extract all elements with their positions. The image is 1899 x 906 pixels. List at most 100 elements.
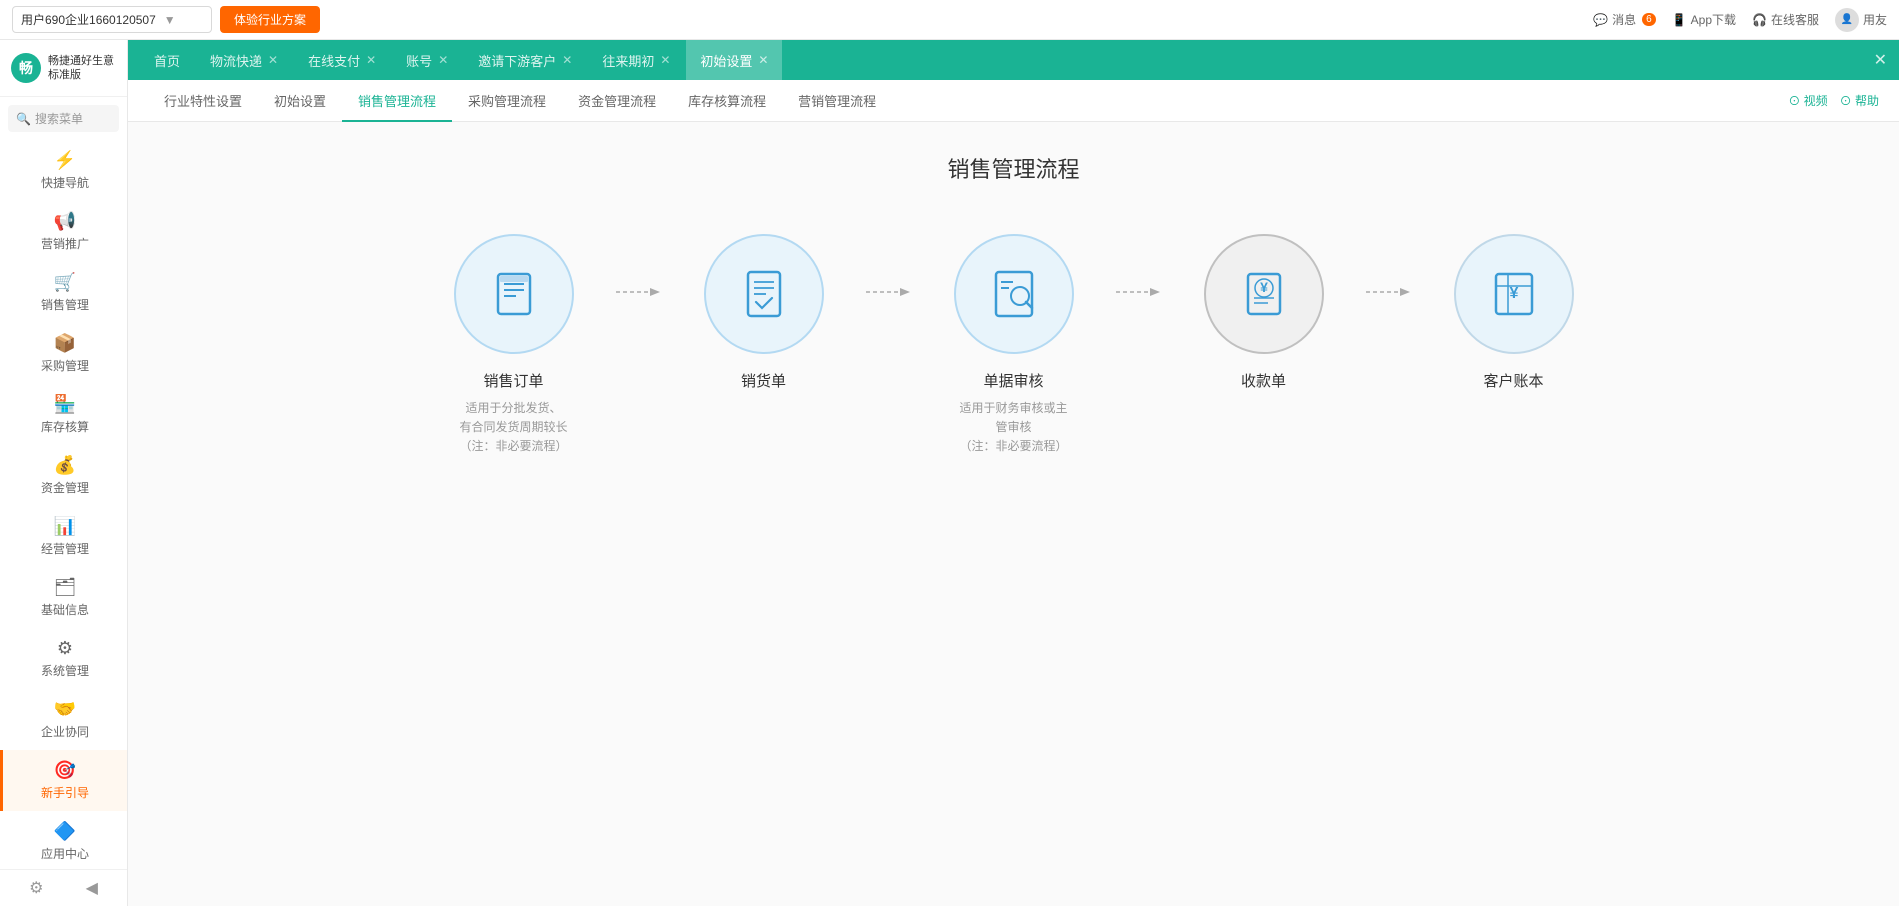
sidebar-bottom: ⚙ ◀ bbox=[0, 869, 127, 906]
sub-tab-inventory-flow[interactable]: 库存核算流程 bbox=[672, 80, 782, 122]
tab-logistics-close[interactable]: ✕ bbox=[268, 53, 278, 67]
sidebar-item-guide[interactable]: 🎯 新手引导 bbox=[0, 750, 127, 811]
sidebar-label-collab: 企业协同 bbox=[41, 723, 89, 740]
messages-button[interactable]: 💬 消息 6 bbox=[1593, 11, 1656, 28]
receipt-title: 收款单 bbox=[1241, 370, 1286, 391]
top-bar-left: 用户690企业1660120507 ▼ 体验行业方案 bbox=[12, 6, 1593, 33]
sales-order-circle bbox=[454, 234, 574, 354]
tab-account[interactable]: 账号 ✕ bbox=[392, 40, 462, 80]
sidebar-label-basic: 基础信息 bbox=[41, 601, 89, 618]
user-name: 用友 bbox=[1863, 11, 1887, 28]
messages-label: 消息 bbox=[1612, 11, 1636, 28]
trial-button[interactable]: 体验行业方案 bbox=[220, 6, 320, 33]
sidebar-nav: ⚡ 快捷导航 📢 营销推广 🛒 销售管理 📦 采购管理 🏪 库存核算 💰 bbox=[0, 140, 127, 869]
sales-order-title: 销售订单 bbox=[483, 370, 543, 391]
svg-text:畅: 畅 bbox=[19, 60, 33, 76]
sub-tab-industry-label: 行业特性设置 bbox=[164, 91, 242, 110]
content-area: 行业特性设置 初始设置 销售管理流程 采购管理流程 资金管理流程 库存核算流程 bbox=[128, 80, 1899, 906]
sidebar-item-marketing[interactable]: 📢 营销推广 bbox=[0, 201, 127, 262]
account-book-title: 客户账本 bbox=[1483, 370, 1543, 391]
sub-tab-initial[interactable]: 初始设置 bbox=[258, 80, 342, 122]
sidebar-label-quick-nav: 快捷导航 bbox=[41, 174, 89, 191]
sidebar-label-guide: 新手引导 bbox=[41, 784, 89, 801]
top-bar: 用户690企业1660120507 ▼ 体验行业方案 💬 消息 6 📱 App下… bbox=[0, 0, 1899, 40]
sidebar-item-quick-nav[interactable]: ⚡ 快捷导航 bbox=[0, 140, 127, 201]
account-book-icon: ¥ bbox=[1486, 266, 1542, 322]
search-menu-button[interactable]: 🔍 搜索菜单 bbox=[8, 105, 119, 132]
tab-init-close[interactable]: ✕ bbox=[758, 53, 768, 67]
sub-tab-industry[interactable]: 行业特性设置 bbox=[148, 80, 258, 122]
tab-account-close[interactable]: ✕ bbox=[438, 53, 448, 67]
receipt-icon: ¥ bbox=[1236, 266, 1292, 322]
sidebar-item-operations[interactable]: 📊 经营管理 bbox=[0, 506, 127, 567]
flow-arrow-1 bbox=[614, 234, 664, 302]
online-service-button[interactable]: 🎧 在线客服 bbox=[1752, 11, 1819, 28]
user-selector-text: 用户690企业1660120507 bbox=[21, 11, 156, 28]
sub-tab-initial-label: 初始设置 bbox=[274, 91, 326, 110]
tab-invite-close[interactable]: ✕ bbox=[562, 53, 572, 67]
flow-diagram: 销售订单 适用于分批发货、有合同发货周期较长（注：非必要流程） bbox=[168, 234, 1859, 457]
user-selector[interactable]: 用户690企业1660120507 ▼ bbox=[12, 6, 212, 33]
approval-desc: 适用于财务审核或主管审核（注：非必要流程） bbox=[959, 399, 1067, 457]
download-icon: 📱 bbox=[1672, 13, 1687, 27]
page-title: 销售管理流程 bbox=[168, 152, 1859, 184]
sidebar-item-apps[interactable]: 🔷 应用中心 bbox=[0, 811, 127, 869]
help-link[interactable]: ⊙ 帮助 bbox=[1840, 92, 1879, 109]
collapse-button[interactable]: ◀ bbox=[86, 878, 98, 898]
receipt-circle: ¥ bbox=[1204, 234, 1324, 354]
app-download-button[interactable]: 📱 App下载 bbox=[1672, 11, 1736, 28]
flow-node-account-book[interactable]: ¥ 客户账本 bbox=[1414, 234, 1614, 399]
arrow-1-icon bbox=[614, 282, 664, 302]
tab-logistics[interactable]: 物流快递 ✕ bbox=[196, 40, 292, 80]
sub-tab-marketing-flow-label: 营销管理流程 bbox=[798, 91, 876, 110]
user-avatar[interactable]: 👤 用友 bbox=[1835, 8, 1887, 32]
tab-period[interactable]: 往来期初 ✕ bbox=[588, 40, 684, 80]
sub-tab-finance-flow[interactable]: 资金管理流程 bbox=[562, 80, 672, 122]
tab-invite-label: 邀请下游客户 bbox=[478, 51, 556, 70]
tab-payment-close[interactable]: ✕ bbox=[366, 53, 376, 67]
tab-payment[interactable]: 在线支付 ✕ bbox=[294, 40, 390, 80]
invoice-icon bbox=[736, 266, 792, 322]
marketing-icon: 📢 bbox=[54, 211, 76, 232]
logo-line1: 畅捷通好生意 bbox=[48, 54, 114, 68]
flow-node-sales-order[interactable]: 销售订单 适用于分批发货、有合同发货周期较长（注：非必要流程） bbox=[414, 234, 614, 457]
sidebar-item-inventory[interactable]: 🏪 库存核算 bbox=[0, 384, 127, 445]
close-all-tabs[interactable]: ✕ bbox=[1874, 50, 1887, 70]
video-link[interactable]: ⊙ 视频 bbox=[1788, 92, 1827, 109]
top-bar-right: 💬 消息 6 📱 App下载 🎧 在线客服 👤 用友 bbox=[1593, 8, 1887, 32]
tab-period-close[interactable]: ✕ bbox=[660, 53, 670, 67]
quick-nav-icon: ⚡ bbox=[54, 150, 76, 171]
sub-tabs: 行业特性设置 初始设置 销售管理流程 采购管理流程 资金管理流程 库存核算流程 bbox=[128, 80, 1899, 122]
tab-invite[interactable]: 邀请下游客户 ✕ bbox=[464, 40, 586, 80]
sidebar-item-system[interactable]: ⚙ 系统管理 bbox=[0, 628, 127, 689]
app-download-label: App下载 bbox=[1691, 11, 1736, 28]
sidebar-item-purchase[interactable]: 📦 采购管理 bbox=[0, 323, 127, 384]
sidebar-item-collab[interactable]: 🤝 企业协同 bbox=[0, 689, 127, 750]
sidebar-item-basic[interactable]: 🗂 基础信息 bbox=[0, 567, 127, 628]
tab-init-label: 初始设置 bbox=[700, 51, 752, 70]
search-icon: 🔍 bbox=[16, 112, 31, 126]
arrow-4-icon bbox=[1364, 282, 1414, 302]
approval-circle bbox=[954, 234, 1074, 354]
sub-tab-purchase-flow[interactable]: 采购管理流程 bbox=[452, 80, 562, 122]
tab-home[interactable]: 首页 bbox=[140, 40, 194, 80]
flow-node-invoice[interactable]: 销货单 bbox=[664, 234, 864, 399]
operations-icon: 📊 bbox=[54, 516, 76, 537]
invoice-title: 销货单 bbox=[741, 370, 786, 391]
flow-arrow-4 bbox=[1364, 234, 1414, 302]
sub-tab-marketing-flow[interactable]: 营销管理流程 bbox=[782, 80, 892, 122]
sub-tab-sales-flow[interactable]: 销售管理流程 bbox=[342, 80, 452, 122]
sidebar-item-sales[interactable]: 🛒 销售管理 bbox=[0, 262, 127, 323]
sidebar-label-inventory: 库存核算 bbox=[41, 418, 89, 435]
avatar: 👤 bbox=[1835, 8, 1859, 32]
flow-node-approval[interactable]: 单据审核 适用于财务审核或主管审核（注：非必要流程） bbox=[914, 234, 1114, 457]
sidebar-item-finance[interactable]: 💰 资金管理 bbox=[0, 445, 127, 506]
tab-init[interactable]: 初始设置 ✕ bbox=[686, 40, 782, 80]
sidebar-label-marketing: 营销推广 bbox=[41, 235, 89, 252]
headset-icon: 🎧 bbox=[1752, 13, 1767, 27]
purchase-icon: 📦 bbox=[54, 333, 76, 354]
flow-node-receipt[interactable]: ¥ 收款单 bbox=[1164, 234, 1364, 399]
sidebar-label-purchase: 采购管理 bbox=[41, 357, 89, 374]
message-icon: 💬 bbox=[1593, 13, 1608, 27]
settings-button[interactable]: ⚙ bbox=[29, 878, 43, 898]
